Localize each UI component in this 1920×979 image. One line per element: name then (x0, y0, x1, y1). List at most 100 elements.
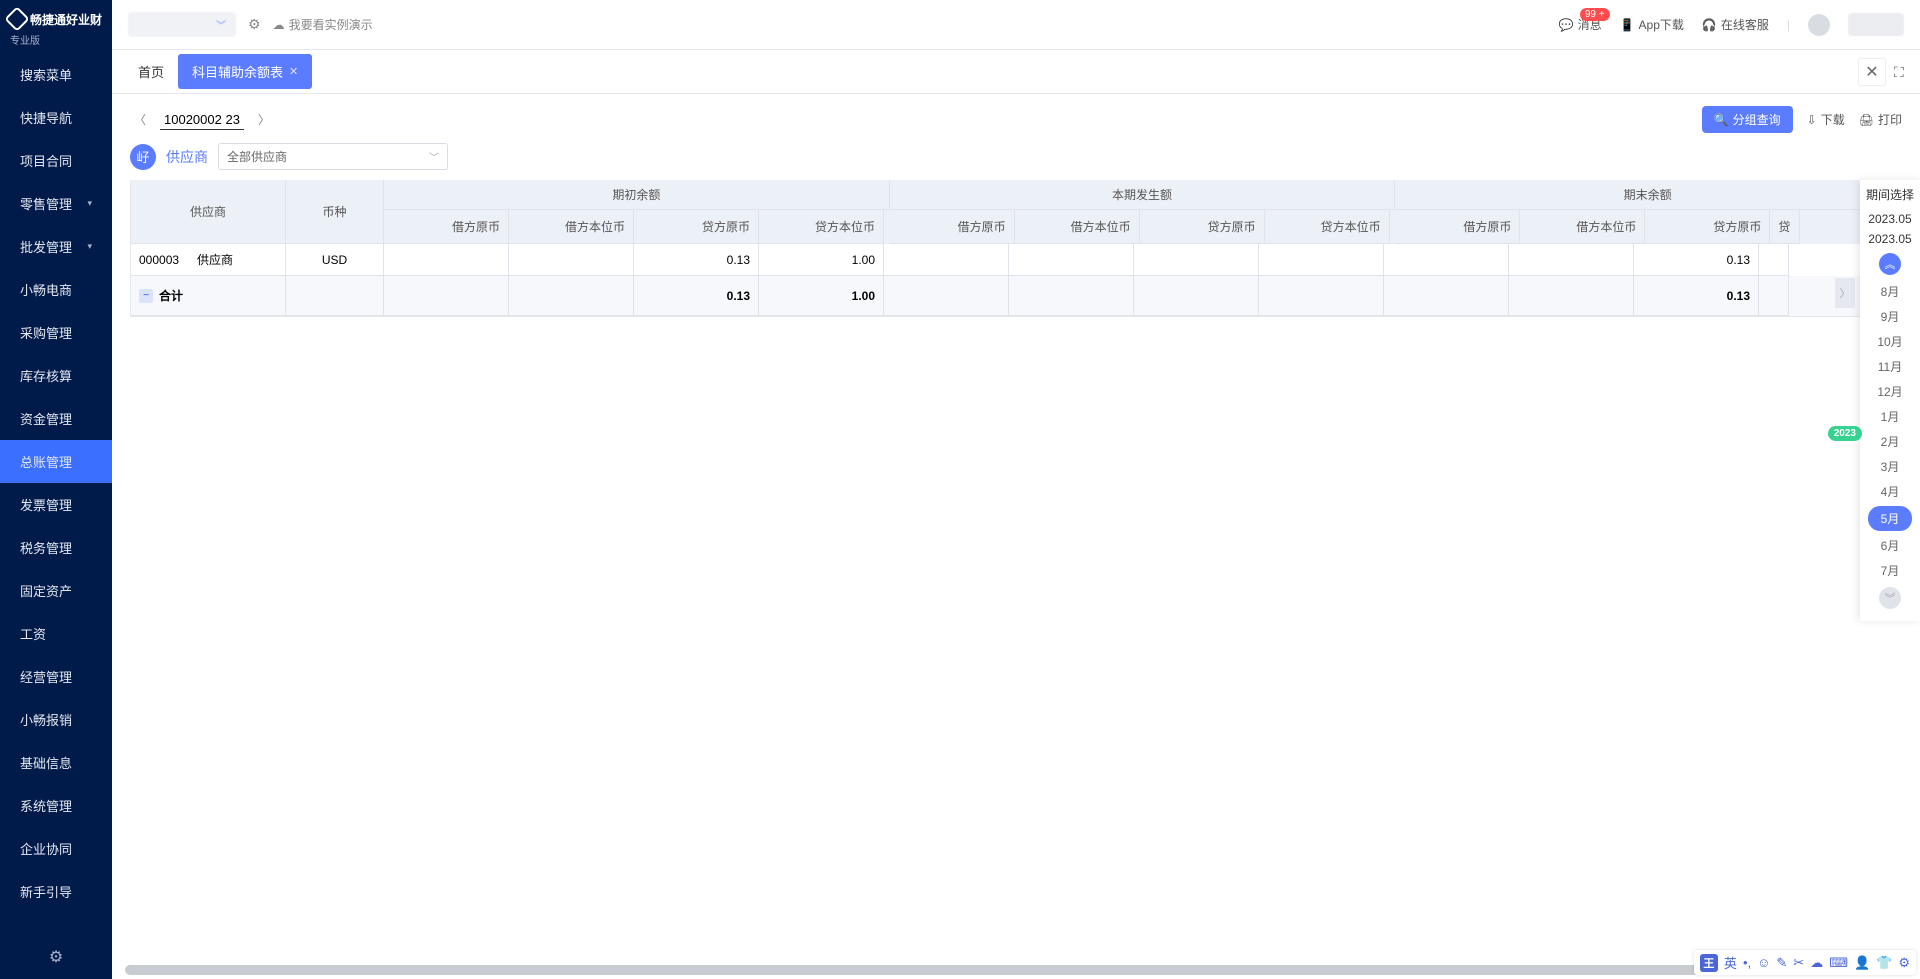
sidebar-item[interactable]: 固定资产 (0, 569, 112, 612)
period-month[interactable]: 5月 (1868, 506, 1912, 531)
table-cell (509, 244, 634, 276)
sidebar-item[interactable]: 发票管理 (0, 483, 112, 526)
period-from[interactable]: 2023.05 (1860, 209, 1920, 229)
chevron-down-icon: ▾ (87, 198, 92, 209)
sidebar-item-label: 小畅电商 (20, 280, 72, 299)
table-cell: 0.13 (634, 276, 759, 316)
period-month[interactable]: 6月 (1860, 533, 1920, 558)
tab-active[interactable]: 科目辅助余额表 ✕ (178, 54, 312, 89)
gear-icon[interactable]: ⚙ (248, 16, 261, 33)
sidebar-item[interactable]: 快捷导航 (0, 96, 112, 139)
sidebar-item[interactable]: 项目合同 (0, 139, 112, 182)
settings-gear-icon[interactable]: ⚙ (0, 935, 112, 979)
close-icon[interactable]: ✕ (289, 65, 298, 78)
ime-edit-icon[interactable]: ✎ (1776, 955, 1787, 971)
th-sub: 借方本位币 (509, 210, 634, 244)
ime-cloud-icon[interactable]: ☁ (1810, 955, 1823, 971)
sidebar-item[interactable]: 新手引导 (0, 870, 112, 913)
message-button[interactable]: 💬 消息 99 + (1559, 16, 1602, 33)
period-scroll-up-button[interactable]: ︽ (1879, 253, 1901, 275)
username-chip[interactable] (1848, 13, 1904, 36)
sidebar-item[interactable]: 小畅报销 (0, 698, 112, 741)
demo-link[interactable]: ☁ 我要看实例演示 (273, 16, 373, 33)
th-sub: 借方本位币 (1520, 210, 1645, 244)
avatar[interactable] (1808, 14, 1830, 36)
ime-user-icon[interactable]: 👤 (1854, 955, 1870, 971)
tabs-actions: ✕ ⛶ (1858, 58, 1920, 86)
prev-account-button[interactable]: 〈 (130, 111, 150, 128)
ime-punct-icon[interactable]: •, (1743, 955, 1751, 970)
sidebar-item[interactable]: 批发管理▾ (0, 225, 112, 268)
table-cell (1384, 244, 1509, 276)
horizontal-scrollbar[interactable] (125, 965, 1905, 975)
table-cell (509, 276, 634, 316)
divider: | (1787, 18, 1790, 32)
close-all-tabs-button[interactable]: ✕ (1858, 58, 1886, 86)
chevron-down-icon: ﹀ (216, 17, 226, 32)
table-row[interactable]: 000003供应商USD0.131.000.13 (131, 244, 1901, 276)
sidebar-item[interactable]: 税务管理 (0, 526, 112, 569)
sidebar-item[interactable]: 采购管理 (0, 311, 112, 354)
balance-table: 供应商 币种 期初余额 借方原币借方本位币贷方原币贷方本位币 本期发生额 借方原… (130, 180, 1902, 317)
period-month[interactable]: 7月 (1860, 558, 1920, 583)
sidebar-item-label: 企业协同 (20, 839, 72, 858)
account-code[interactable]: 10020002 23 (160, 110, 244, 130)
tabs-bar: 首页 科目辅助余额表 ✕ ✕ ⛶ (112, 50, 1920, 94)
period-month[interactable]: 2月 (1860, 429, 1920, 454)
sidebar-item[interactable]: 零售管理▾ (0, 182, 112, 225)
period-month[interactable]: 4月 (1860, 479, 1920, 504)
sidebar-item[interactable]: 工资 (0, 612, 112, 655)
sidebar-item-label: 发票管理 (20, 495, 72, 514)
next-account-button[interactable]: 〉 (254, 111, 274, 128)
period-to[interactable]: 2023.05 (1860, 229, 1920, 249)
supplier-select[interactable]: 全部供应商 ﹀ (218, 143, 448, 170)
sidebar-item-label: 项目合同 (20, 151, 72, 170)
th-sub-truncated: 贷 (1770, 210, 1800, 244)
fullscreen-icon[interactable]: ⛶ (1894, 64, 1910, 80)
period-month[interactable]: 1月 (1860, 404, 1920, 429)
logo-icon (4, 6, 29, 31)
download-button[interactable]: ⇩ 下载 (1807, 111, 1845, 128)
sidebar-item[interactable]: 小畅电商 (0, 268, 112, 311)
org-selector[interactable]: ﹀ (128, 12, 236, 37)
sidebar-item[interactable]: 经营管理 (0, 655, 112, 698)
scrollbar-thumb[interactable] (125, 965, 1887, 975)
ime-toolbar[interactable]: 王 英 •, ☺ ✎ ✂ ☁ ⌨ 👤 👕 ⚙ (1694, 950, 1916, 975)
cell-total-label: −合计 (131, 276, 286, 316)
period-month[interactable]: 12月 (1860, 379, 1920, 404)
period-scroll-down-button[interactable]: ︾ (1879, 587, 1901, 609)
print-button[interactable]: 🖨 打印 (1859, 111, 1902, 128)
ime-logo-icon[interactable]: 王 (1700, 954, 1718, 972)
ime-keyboard-icon[interactable]: ⌨ (1829, 955, 1848, 971)
brand-name: 畅捷通好业财 (30, 11, 102, 28)
sidebar-item-label: 资金管理 (20, 409, 72, 428)
sidebar-item[interactable]: 企业协同 (0, 827, 112, 870)
sidebar-item[interactable]: 系统管理 (0, 784, 112, 827)
sidebar-item[interactable]: 基础信息 (0, 741, 112, 784)
group-query-button[interactable]: 🔍 分组查询 (1702, 106, 1793, 133)
online-service-button[interactable]: 🎧 在线客服 (1702, 16, 1769, 33)
ime-scissors-icon[interactable]: ✂ (1793, 955, 1804, 971)
sidebar-item[interactable]: 总账管理 (0, 440, 112, 483)
ime-lang[interactable]: 英 (1724, 953, 1737, 972)
headset-icon: 🎧 (1702, 18, 1717, 32)
period-month[interactable]: 11月 (1860, 354, 1920, 379)
period-month[interactable]: 3月 (1860, 454, 1920, 479)
period-month[interactable]: 10月 (1860, 329, 1920, 354)
th-currency: 币种 (286, 180, 384, 244)
tab-home[interactable]: 首页 (124, 54, 178, 89)
sidebar-item-label: 固定资产 (20, 581, 72, 600)
table-cell (1759, 244, 1789, 276)
sidebar-item[interactable]: 搜索菜单 (0, 53, 112, 96)
sidebar-item[interactable]: 库存核算 (0, 354, 112, 397)
period-month[interactable]: 9月 (1860, 304, 1920, 329)
main-content: 〈 10020002 23 〉 🔍 分组查询 ⇩ 下载 🖨 打印 㞨 供应商 全… (112, 94, 1920, 979)
ime-shirt-icon[interactable]: 👕 (1876, 955, 1892, 971)
app-download-button[interactable]: 📱 App下载 (1620, 16, 1684, 33)
ime-smile-icon[interactable]: ☺ (1757, 955, 1770, 970)
period-month[interactable]: 8月 (1860, 279, 1920, 304)
table-scroll-right-button[interactable]: 〉 (1835, 278, 1855, 308)
nav-list: 搜索菜单快捷导航项目合同零售管理▾批发管理▾ 小畅电商采购管理库存核算资金管理总账… (0, 53, 112, 935)
sidebar-item[interactable]: 资金管理 (0, 397, 112, 440)
ime-settings-icon[interactable]: ⚙ (1898, 955, 1910, 971)
